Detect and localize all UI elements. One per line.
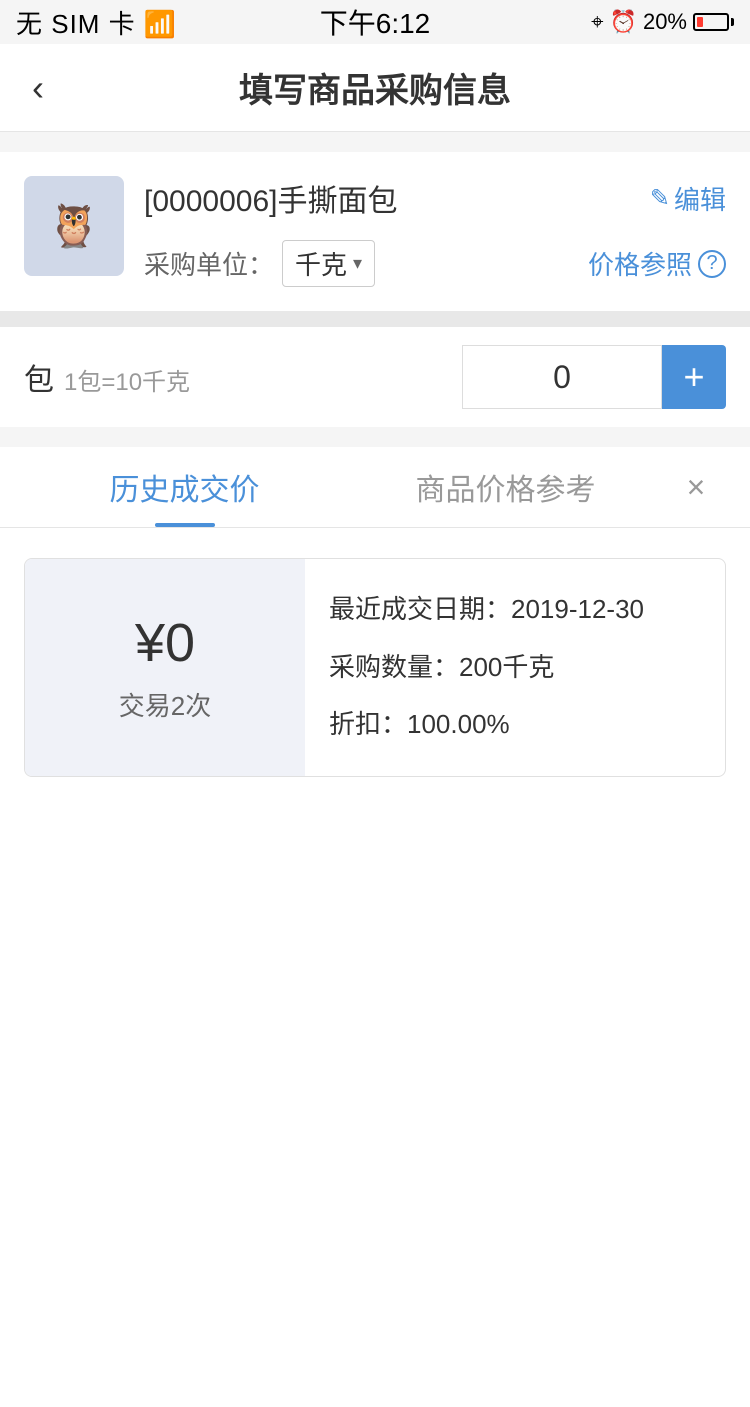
price-number: 0 <box>165 613 195 673</box>
status-time: 下午6:12 <box>320 2 431 42</box>
product-unit-row: 采购单位： 千克 ▾ 价格参照 ? <box>144 240 726 287</box>
nav-bar: ‹ 填写商品采购信息 <box>0 44 750 132</box>
unit-label: 采购单位： 千克 ▾ <box>144 240 375 287</box>
history-content: ¥0 交易2次 最近成交日期：2019-12-30 采购数量：200千克 折扣：… <box>0 528 750 807</box>
section-divider <box>0 311 750 327</box>
quantity-value: 0 <box>553 359 571 396</box>
status-bar: 无 SIM 卡 📶 下午6:12 ⌖ ⏰ 20% <box>0 0 750 44</box>
quantity-row: 包 1包=10千克 0 + <box>0 327 750 427</box>
discount-value: 100.00% <box>407 709 510 739</box>
product-logo-icon: 🦉 <box>48 202 100 251</box>
history-card: ¥0 交易2次 最近成交日期：2019-12-30 采购数量：200千克 折扣：… <box>24 558 726 777</box>
edit-label: 编辑 <box>674 180 726 217</box>
page-title: 填写商品采购信息 <box>239 63 511 112</box>
carrier-info: 无 SIM 卡 📶 <box>16 4 177 41</box>
latest-date-item: 最近成交日期：2019-12-30 <box>329 589 701 631</box>
quantity-plus-button[interactable]: + <box>662 345 726 409</box>
history-price-summary: ¥0 交易2次 <box>25 559 305 776</box>
tab-close-button[interactable]: × <box>666 447 726 527</box>
unit-select[interactable]: 千克 ▾ <box>282 240 375 287</box>
latest-date-value: 2019-12-30 <box>511 594 644 624</box>
tab-history-price[interactable]: 历史成交价 <box>24 447 345 527</box>
battery-icon <box>693 13 734 31</box>
alarm-icon: ⏰ <box>610 9 637 35</box>
product-card: 🦉 [0000006]手撕面包 ✎ 编辑 采购单位： 千克 ▾ 价格参照 ? <box>0 152 750 311</box>
status-right-icons: ⌖ ⏰ 20% <box>591 9 734 35</box>
tabs-section: 历史成交价 商品价格参考 × ¥0 交易2次 最近成交日期：2019-12-30… <box>0 447 750 807</box>
location-icon: ⌖ <box>591 9 603 35</box>
history-price-value: ¥0 <box>135 612 195 674</box>
help-icon: ? <box>698 250 726 278</box>
product-name: [0000006]手撕面包 <box>144 176 397 220</box>
discount-label: 折扣： <box>329 709 407 739</box>
quantity-input-group: 0 + <box>462 345 726 409</box>
product-header: [0000006]手撕面包 ✎ 编辑 <box>144 176 726 220</box>
price-ref-label: 价格参照 <box>588 245 692 282</box>
chevron-down-icon: ▾ <box>353 253 362 274</box>
purchase-quantity-value: 200千克 <box>459 652 554 682</box>
quantity-label-group: 包 1包=10千克 <box>24 355 190 399</box>
quantity-input[interactable]: 0 <box>462 345 662 409</box>
history-details: 最近成交日期：2019-12-30 采购数量：200千克 折扣：100.00% <box>305 559 725 776</box>
purchase-quantity-item: 采购数量：200千克 <box>329 647 701 689</box>
quantity-unit: 包 <box>24 355 54 399</box>
currency-symbol: ¥ <box>135 613 165 673</box>
price-reference-button[interactable]: 价格参照 ? <box>588 245 726 282</box>
edit-button[interactable]: ✎ 编辑 <box>650 180 726 217</box>
discount-item: 折扣：100.00% <box>329 704 701 746</box>
quantity-conversion: 1包=10千克 <box>64 362 190 397</box>
purchase-quantity-label: 采购数量： <box>329 652 459 682</box>
edit-icon: ✎ <box>650 184 670 213</box>
product-thumbnail: 🦉 <box>24 176 124 276</box>
tab-price-reference[interactable]: 商品价格参考 <box>345 447 666 527</box>
unit-label-text: 采购单位： <box>144 245 274 282</box>
history-trades-count: 交易2次 <box>119 686 211 723</box>
tabs-header: 历史成交价 商品价格参考 × <box>0 447 750 528</box>
back-button[interactable]: ‹ <box>24 59 52 117</box>
bottom-area <box>0 807 750 1407</box>
unit-value: 千克 <box>295 245 347 282</box>
latest-date-label: 最近成交日期： <box>329 594 511 624</box>
battery-percent: 20% <box>643 9 687 35</box>
product-details: [0000006]手撕面包 ✎ 编辑 采购单位： 千克 ▾ 价格参照 ? <box>144 176 726 287</box>
